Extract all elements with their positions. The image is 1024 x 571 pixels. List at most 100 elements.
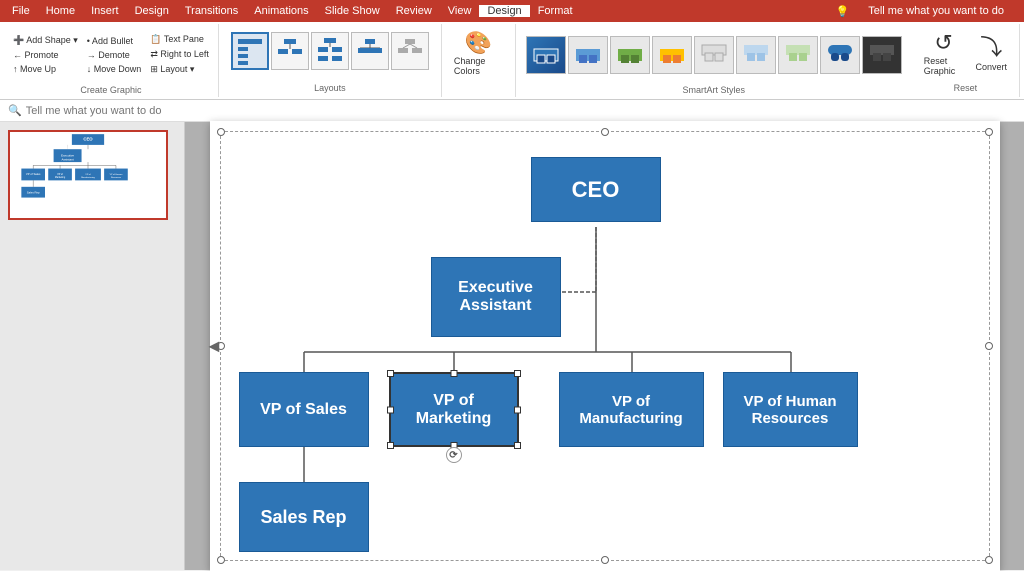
node-handle-ml[interactable] <box>387 406 394 413</box>
svg-text:VP of Human: VP of Human <box>110 174 124 176</box>
formula-bar: 🔍 <box>0 100 1024 122</box>
style-4[interactable] <box>652 36 692 74</box>
smartart-styles-grid <box>522 26 906 83</box>
layout-option-3[interactable] <box>311 32 349 70</box>
selection-handle-mr[interactable] <box>985 342 993 350</box>
text-pane-btn[interactable]: 📋 Text Pane <box>147 33 212 46</box>
node-handle-bl[interactable] <box>387 442 394 449</box>
svg-text:VP of Sales: VP of Sales <box>26 172 41 176</box>
sales-rep-node[interactable]: Sales Rep <box>239 482 369 552</box>
rotate-handle[interactable]: ⟳ <box>446 447 462 463</box>
node-handle-br[interactable] <box>514 442 521 449</box>
style-5[interactable] <box>694 36 734 74</box>
layout-btn[interactable]: ⊞ Layout ▾ <box>147 63 212 76</box>
menu-format[interactable]: Format <box>530 5 581 17</box>
layout-option-4[interactable] <box>351 32 389 70</box>
selection-handle-tl[interactable] <box>217 128 225 136</box>
selection-handle-br[interactable] <box>985 556 993 564</box>
reset-graphic-btn[interactable]: ↺ Reset Graphic <box>920 28 968 78</box>
node-handle-tm[interactable] <box>450 370 457 377</box>
selection-handle-tm[interactable] <box>601 128 609 136</box>
slide-1-container: 1 CEO Executive Assistant VP of Sale <box>8 130 168 220</box>
menu-bar: File Home Insert Design Transitions Anim… <box>0 0 1024 22</box>
main-content: 1 CEO Executive Assistant VP of Sale <box>0 122 1024 570</box>
move-up-btn[interactable]: ↑ Move Up <box>10 63 81 75</box>
menu-home[interactable]: Home <box>38 5 83 17</box>
style-7[interactable] <box>778 36 818 74</box>
menu-design-active[interactable]: Design <box>479 5 529 17</box>
smartart-styles-section: SmartArt Styles <box>516 24 912 97</box>
reset-icon: ↺ <box>934 30 952 56</box>
svg-text:Sales Rep: Sales Rep <box>27 190 40 194</box>
create-graphic-label: Create Graphic <box>10 83 212 95</box>
layouts-label: Layouts <box>227 81 433 93</box>
menu-insert[interactable]: Insert <box>83 5 127 17</box>
menu-review[interactable]: Review <box>388 5 440 17</box>
canvas-area[interactable]: ◀ <box>185 122 1024 570</box>
svg-text:VP of: VP of <box>85 174 91 176</box>
node-handle-tr[interactable] <box>514 370 521 377</box>
move-down-btn[interactable]: ↓ Move Down <box>84 63 145 75</box>
style-1[interactable] <box>526 36 566 74</box>
slide-canvas: ◀ <box>210 121 1000 571</box>
layout-option-5[interactable] <box>391 32 429 70</box>
menu-slideshow[interactable]: Slide Show <box>317 5 388 17</box>
convert-btn[interactable]: ⤵ Convert <box>971 28 1011 78</box>
svg-text:Resources: Resources <box>111 177 121 179</box>
menu-design-first[interactable]: Design <box>127 5 177 17</box>
vp-manufacturing-node[interactable]: VP of Manufacturing <box>559 372 704 447</box>
node-handle-mr[interactable] <box>514 406 521 413</box>
resize-arrow-left[interactable]: ◀ <box>209 338 220 355</box>
node-handle-tl[interactable] <box>387 370 394 377</box>
colors-icon: 🎨 <box>465 30 492 56</box>
right-to-left-btn[interactable]: ⇄ Right to Left <box>147 48 212 61</box>
svg-text:Executive: Executive <box>61 154 74 158</box>
reset-buttons: ↺ Reset Graphic ⤵ Convert <box>920 28 1011 78</box>
selection-handle-bl[interactable] <box>217 556 225 564</box>
style-9[interactable] <box>862 36 902 74</box>
smartart-styles-label: SmartArt Styles <box>522 83 906 95</box>
vp-marketing-node[interactable]: VP of Marketing ⟳ <box>389 372 519 447</box>
exec-assistant-node[interactable]: Executive Assistant <box>431 257 561 337</box>
tell-me-input[interactable] <box>26 105 326 117</box>
layout-option-1[interactable] <box>231 32 269 70</box>
menu-animations[interactable]: Animations <box>246 5 316 17</box>
change-colors-section: 🎨 Change Colors <box>442 24 516 97</box>
style-3[interactable] <box>610 36 650 74</box>
reset-section: ↺ Reset Graphic ⤵ Convert Reset <box>912 24 1020 97</box>
slide-thumbnail[interactable]: CEO Executive Assistant VP of Sales VP o… <box>8 130 168 220</box>
menu-file[interactable]: File <box>4 5 38 17</box>
svg-text:Marketing: Marketing <box>55 176 66 179</box>
demote-btn[interactable]: → Demote <box>84 49 145 61</box>
menu-transitions[interactable]: Transitions <box>177 5 246 17</box>
change-colors-btn[interactable]: 🎨 Change Colors <box>450 28 507 78</box>
vp-sales-node[interactable]: VP of Sales <box>239 372 369 447</box>
slides-panel: 1 CEO Executive Assistant VP of Sale <box>0 122 185 570</box>
selection-handle-tr[interactable] <box>985 128 993 136</box>
style-6[interactable] <box>736 36 776 74</box>
menu-view[interactable]: View <box>440 5 480 17</box>
reset-label: Reset <box>920 81 1011 93</box>
add-bullet-btn[interactable]: • Add Bullet <box>84 35 145 47</box>
vp-hr-node[interactable]: VP of Human Resources <box>723 372 858 447</box>
svg-text:CEO: CEO <box>83 137 93 142</box>
style-8[interactable] <box>820 36 860 74</box>
create-graphic-section: ➕ Add Shape ▾ ← Promote ↑ Move Up • Add … <box>4 24 219 97</box>
svg-text:Assistant: Assistant <box>61 157 73 161</box>
convert-icon: ⤵ <box>980 30 1002 62</box>
selection-handle-bm[interactable] <box>601 556 609 564</box>
layouts-grid <box>227 28 433 74</box>
org-chart: ◀ <box>220 131 990 561</box>
layout-option-2[interactable] <box>271 32 309 70</box>
ribbon: ➕ Add Shape ▾ ← Promote ↑ Move Up • Add … <box>0 22 1024 100</box>
style-2[interactable] <box>568 36 608 74</box>
svg-text:VP of: VP of <box>57 173 63 176</box>
search-icon: 🔍 <box>8 104 22 117</box>
lightbulb-icon: 💡 <box>828 5 858 18</box>
ceo-node[interactable]: CEO <box>531 157 661 222</box>
layouts-section: Layouts <box>219 24 442 97</box>
promote-btn[interactable]: ← Promote <box>10 49 81 61</box>
tell-me-bar[interactable]: 💡 Tell me what you want to do <box>820 5 1020 18</box>
add-shape-btn[interactable]: ➕ Add Shape ▾ <box>10 34 81 47</box>
create-graphic-buttons: ➕ Add Shape ▾ ← Promote ↑ Move Up • Add … <box>10 26 212 83</box>
